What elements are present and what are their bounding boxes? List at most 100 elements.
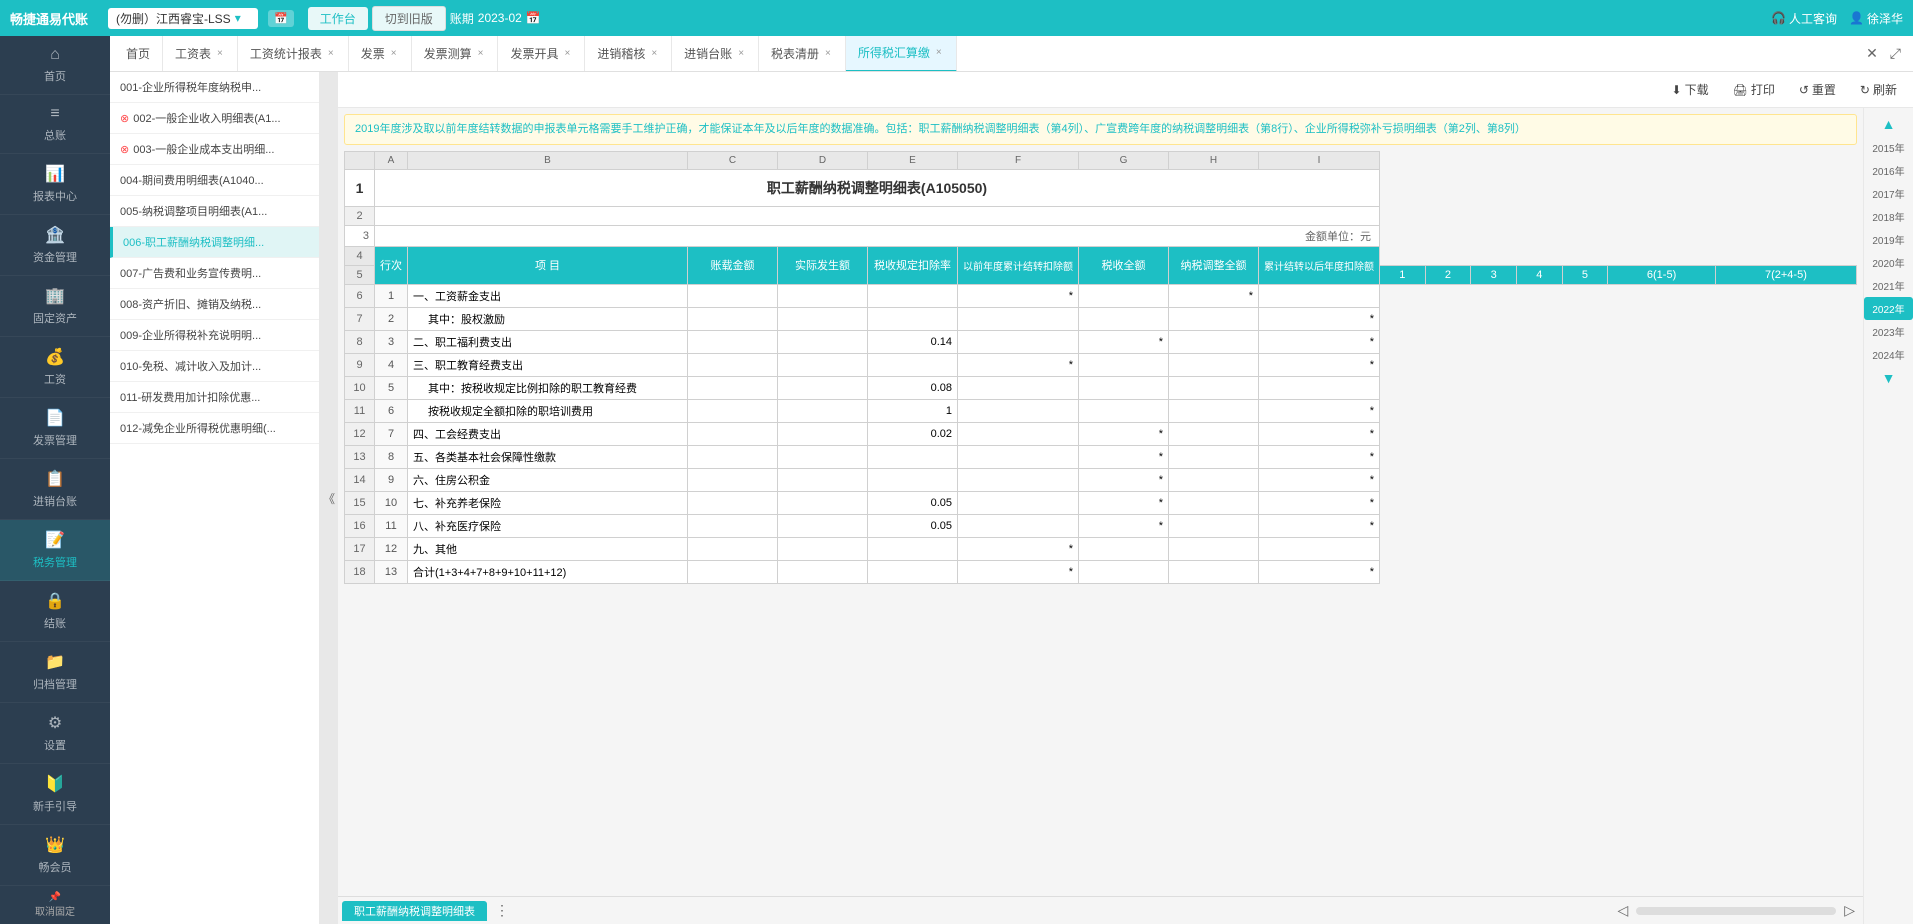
year-scroll-up[interactable]: ▲ — [1878, 112, 1900, 136]
data-r8-c6[interactable] — [1169, 445, 1259, 468]
scroll-left-icon[interactable]: ◁ — [1613, 900, 1632, 921]
data-r11-c2[interactable] — [778, 514, 868, 537]
sidebar-item-payroll[interactable]: 💰 工资 — [0, 337, 110, 398]
period-calendar-icon[interactable]: 📅 — [526, 11, 541, 25]
data-r6-c6[interactable] — [1169, 399, 1259, 422]
data-r5-c6[interactable] — [1169, 376, 1259, 399]
tab-inout-check[interactable]: 进销稽核 × — [585, 36, 672, 72]
data-r9-c4[interactable] — [958, 468, 1079, 491]
data-r9-c7[interactable]: * — [1259, 468, 1380, 491]
data-r10-c2[interactable] — [778, 491, 868, 514]
data-r12-c4[interactable]: * — [958, 537, 1079, 560]
tab-inout-ledger[interactable]: 进销台账 × — [672, 36, 759, 72]
data-r12-c5[interactable] — [1079, 537, 1169, 560]
user-menu[interactable]: 👤 徐泽华 — [1849, 10, 1903, 27]
year-2017[interactable]: 2017年 — [1864, 182, 1913, 205]
data-r7-c6[interactable] — [1169, 422, 1259, 445]
data-r13-c6[interactable] — [1169, 560, 1259, 583]
data-r5-c2[interactable] — [778, 376, 868, 399]
data-r10-c5[interactable]: * — [1079, 491, 1169, 514]
left-panel-item-003[interactable]: ⊗ 003-一般企业成本支出明细... — [110, 134, 319, 165]
sidebar-item-close[interactable]: 🔒 结账 — [0, 581, 110, 642]
data-r1-c3[interactable] — [868, 284, 958, 307]
data-r6-c5[interactable] — [1079, 399, 1169, 422]
left-panel-item-012[interactable]: 012-减免企业所得税优惠明细(... — [110, 413, 319, 444]
sheet-options-icon[interactable]: ⋮ — [495, 902, 509, 919]
data-r9-c6[interactable] — [1169, 468, 1259, 491]
data-r2-c5[interactable] — [1079, 307, 1169, 330]
left-panel-item-011[interactable]: 011-研发费用加计扣除优惠... — [110, 382, 319, 413]
data-r4-c5[interactable] — [1079, 353, 1169, 376]
data-r7-c4[interactable] — [958, 422, 1079, 445]
sidebar-item-general-ledger[interactable]: ≡ 总账 — [0, 95, 110, 154]
tab-invoice[interactable]: 发票 × — [349, 36, 412, 72]
data-r13-c3[interactable] — [868, 560, 958, 583]
refresh-button[interactable]: ↻ 刷新 — [1854, 78, 1903, 101]
data-r11-c1[interactable] — [688, 514, 778, 537]
data-r11-c6[interactable] — [1169, 514, 1259, 537]
year-2022[interactable]: 2022年 — [1864, 297, 1913, 320]
data-r12-c6[interactable] — [1169, 537, 1259, 560]
year-scroll-down[interactable]: ▼ — [1878, 366, 1900, 390]
calendar-icon[interactable]: 📅 — [268, 10, 294, 27]
left-panel-item-009[interactable]: 009-企业所得税补充说明明... — [110, 320, 319, 351]
data-r8-c7[interactable]: * — [1259, 445, 1380, 468]
data-r1-c4[interactable]: * — [958, 284, 1079, 307]
data-r7-c5[interactable]: * — [1079, 422, 1169, 445]
tab-invoice-close[interactable]: × — [389, 47, 399, 60]
data-r4-c1[interactable] — [688, 353, 778, 376]
data-r4-c7[interactable]: * — [1259, 353, 1380, 376]
tab-home[interactable]: 首页 — [114, 36, 163, 72]
data-r9-c3[interactable] — [868, 468, 958, 491]
tab-payroll-stat[interactable]: 工资统计报表 × — [238, 36, 349, 72]
year-2015[interactable]: 2015年 — [1864, 136, 1913, 159]
data-r3-c7[interactable]: * — [1259, 330, 1380, 353]
data-r7-c1[interactable] — [688, 422, 778, 445]
tab-invoice-open-close[interactable]: × — [562, 47, 572, 60]
data-r5-c1[interactable] — [688, 376, 778, 399]
company-selector[interactable]: (勿删）江西睿宝-LSS ▾ — [108, 8, 258, 29]
data-r5-c5[interactable] — [1079, 376, 1169, 399]
tab-payroll[interactable]: 工资表 × — [163, 36, 238, 72]
data-r13-c7[interactable]: * — [1259, 560, 1380, 583]
sidebar-item-fixed-asset[interactable]: 🏢 固定资产 — [0, 276, 110, 337]
left-panel-item-004[interactable]: 004-期间费用明细表(A1040... — [110, 165, 319, 196]
data-r10-c7[interactable]: * — [1259, 491, 1380, 514]
data-r13-c4[interactable]: * — [958, 560, 1079, 583]
data-r4-c2[interactable] — [778, 353, 868, 376]
data-r8-c4[interactable] — [958, 445, 1079, 468]
data-r2-c4[interactable] — [958, 307, 1079, 330]
data-r5-c7[interactable] — [1259, 376, 1380, 399]
tab-income-tax-close[interactable]: × — [934, 46, 944, 59]
scroll-right-icon[interactable]: ▷ — [1840, 900, 1859, 921]
data-r10-c1[interactable] — [688, 491, 778, 514]
tab-inout-check-close[interactable]: × — [649, 47, 659, 60]
data-r3-c5[interactable]: * — [1079, 330, 1169, 353]
data-r6-c4[interactable] — [958, 399, 1079, 422]
data-r10-c6[interactable] — [1169, 491, 1259, 514]
year-2020[interactable]: 2020年 — [1864, 251, 1913, 274]
sidebar-item-invoice-mgmt[interactable]: 📄 发票管理 — [0, 398, 110, 459]
year-2018[interactable]: 2018年 — [1864, 205, 1913, 228]
tab-inout-ledger-close[interactable]: × — [736, 47, 746, 60]
year-2019[interactable]: 2019年 — [1864, 228, 1913, 251]
data-r5-c4[interactable] — [958, 376, 1079, 399]
tab-invoice-calc-close[interactable]: × — [476, 47, 486, 60]
data-r2-c6[interactable] — [1169, 307, 1259, 330]
data-r8-c5[interactable]: * — [1079, 445, 1169, 468]
download-button[interactable]: ⬇ 下载 — [1666, 78, 1715, 101]
sidebar-item-asset-mgmt[interactable]: 🏦 资金管理 — [0, 215, 110, 276]
data-r4-c6[interactable] — [1169, 353, 1259, 376]
data-r13-c2[interactable] — [778, 560, 868, 583]
bottom-tab-sheet[interactable]: 职工薪酬纳税调整明细表 — [342, 901, 487, 921]
data-r8-c3[interactable] — [868, 445, 958, 468]
tab-invoice-open[interactable]: 发票开具 × — [498, 36, 585, 72]
data-r11-c4[interactable] — [958, 514, 1079, 537]
maximize-tab-icon[interactable]: ⤢ — [1886, 43, 1905, 64]
data-r9-c2[interactable] — [778, 468, 868, 491]
year-2024[interactable]: 2024年 — [1864, 343, 1913, 366]
left-panel-item-007[interactable]: 007-广告费和业务宣传费明... — [110, 258, 319, 289]
switch-old-button[interactable]: 切到旧版 — [372, 6, 446, 31]
data-r2-c3[interactable] — [868, 307, 958, 330]
tab-tax-clearance[interactable]: 税表清册 × — [759, 36, 846, 72]
